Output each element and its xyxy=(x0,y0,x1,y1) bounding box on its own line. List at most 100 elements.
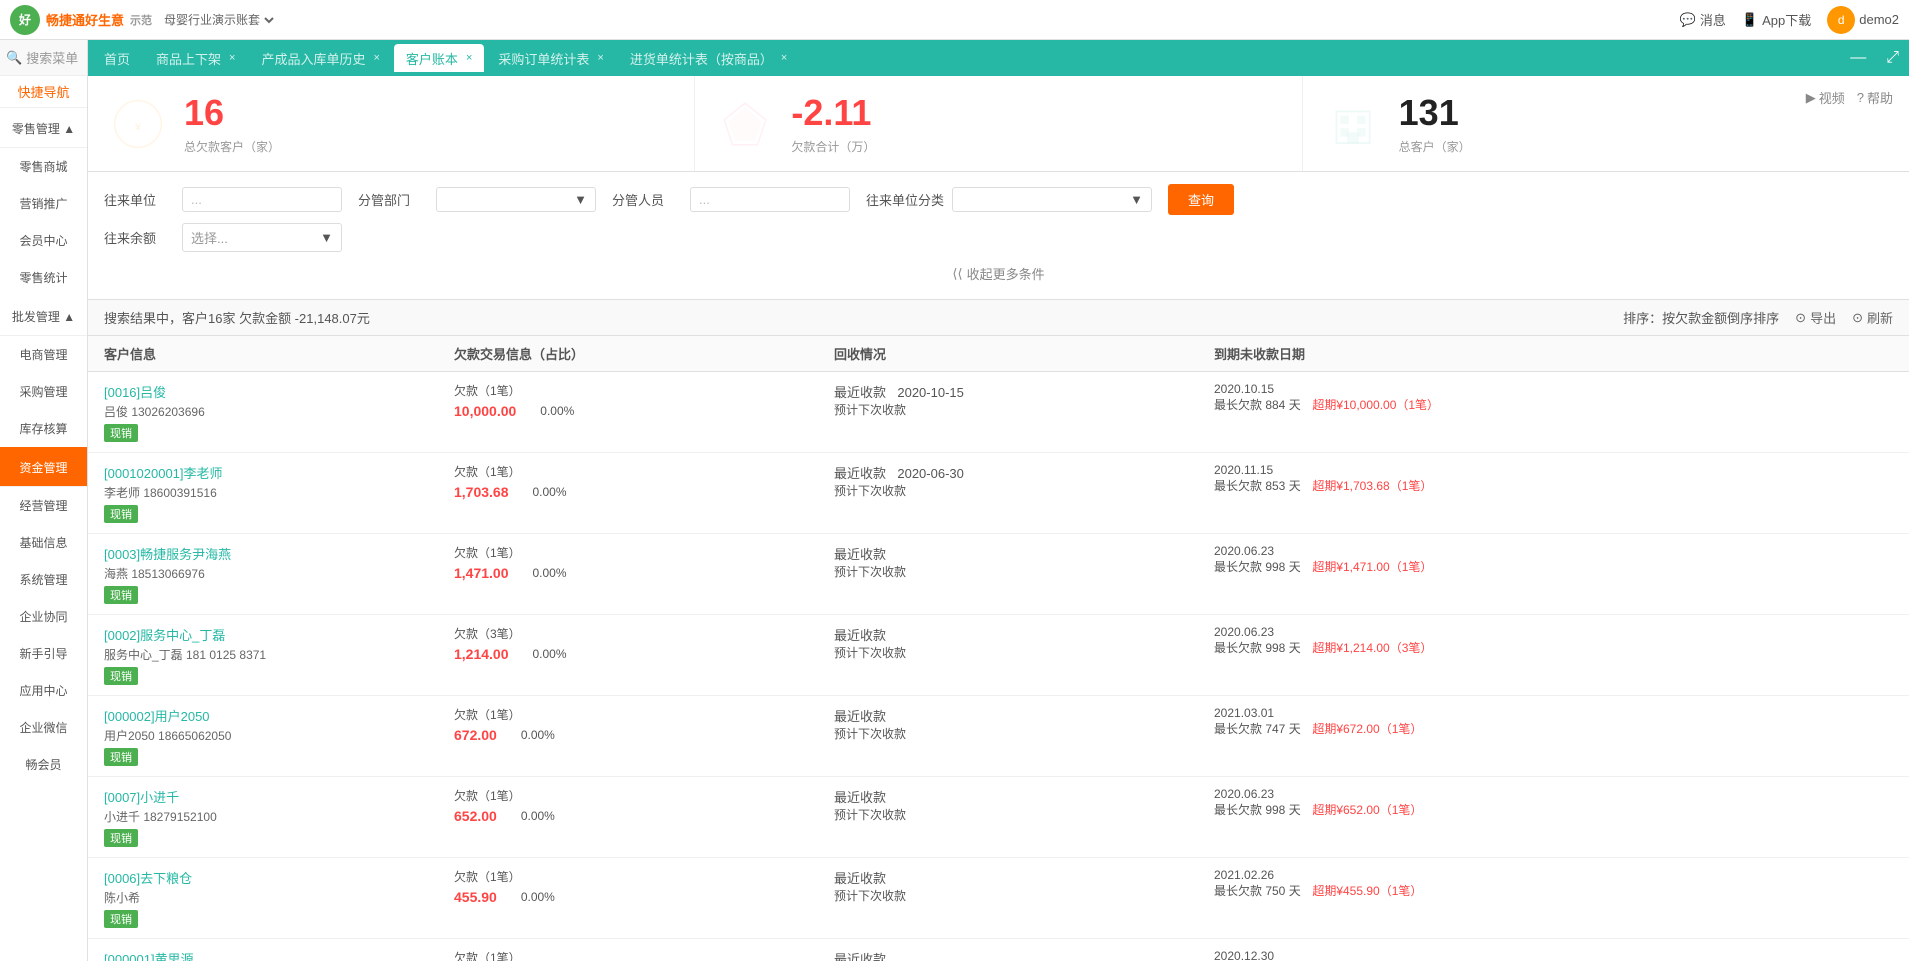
debt-row: 1,471.00 0.00% xyxy=(454,565,834,581)
video-btn[interactable]: ▶ 视频 xyxy=(1806,88,1845,107)
debt-count: 欠款（3笔） xyxy=(454,625,834,642)
maximize-btn[interactable]: ⤢ xyxy=(1880,47,1905,69)
sidebar-item-retail-mall[interactable]: 零售商城 xyxy=(0,148,87,185)
card-icon-diamond xyxy=(715,94,775,154)
customer-name[interactable]: [0001020001]李老师 xyxy=(104,463,454,482)
tab-import-stats[interactable]: 进货单统计表（按商品） × xyxy=(618,44,799,72)
overdue-amount[interactable]: 超期¥1,703.68（1笔） xyxy=(1312,479,1432,493)
sidebar-item-retail-stats[interactable]: 零售统计 xyxy=(0,259,87,296)
sidebar-item-enterprise[interactable]: 企业协同 xyxy=(0,598,87,635)
tab-bar-actions: — ⤢ xyxy=(1844,47,1905,69)
table-row: [0006]去下粮仓 陈小希 现销 欠款（1笔） 455.90 0.00% 最 xyxy=(88,858,1909,939)
quick-nav-label: 快捷导航 xyxy=(17,85,69,100)
refresh-btn[interactable]: ⊙ 刷新 xyxy=(1852,308,1893,327)
collection-last: 最近收款 xyxy=(834,544,1214,563)
sidebar-item-operations[interactable]: 经营管理 xyxy=(0,487,87,524)
tab-label: 采购订单统计表 xyxy=(498,49,589,68)
customer-name[interactable]: [0016]吕俊 xyxy=(104,382,454,401)
overdue-info: 最长欠款 884 天 超期¥10,000.00（1笔） xyxy=(1214,396,1893,413)
customer-tag: 现销 xyxy=(104,586,138,604)
debt-cell: 欠款（1笔） 10,000.00 0.00% xyxy=(454,382,834,419)
overdue-amount[interactable]: 超期¥652.00（1笔） xyxy=(1312,803,1422,817)
tab-label: 产成品入库单历史 xyxy=(261,49,365,68)
table-row: [0002]服务中心_丁磊 服务中心_丁磊 181 0125 8371 现销 欠… xyxy=(88,615,1909,696)
export-btn[interactable]: ⊙ 导出 xyxy=(1795,308,1836,327)
sidebar-item-purchase[interactable]: 采购管理 xyxy=(0,373,87,410)
results-info: 搜索结果中，客户16家 欠款金额 -21,148.07元 xyxy=(104,308,370,327)
company-select[interactable]: 母婴行业演示账套 xyxy=(160,12,277,28)
overdue-amount[interactable]: 超期¥672.00（1笔） xyxy=(1312,722,1422,736)
chevron-down-icon-3: ▼ xyxy=(320,230,333,245)
sidebar-item-quick-nav[interactable]: 快捷导航 xyxy=(0,76,87,108)
card1-info: 16 总欠款客户（家） xyxy=(184,92,674,155)
debt-count: 欠款（1笔） xyxy=(454,382,834,399)
sidebar-item-ecommerce[interactable]: 电商管理 xyxy=(0,336,87,373)
customer-name[interactable]: [000001]黄思源 xyxy=(104,949,454,961)
tab-customer-account[interactable]: 客户账本 × xyxy=(394,44,484,72)
sidebar-item-wechat[interactable]: 企业微信 xyxy=(0,709,87,746)
query-button[interactable]: 查询 xyxy=(1168,184,1234,215)
close-tab-btn[interactable]: — xyxy=(1844,47,1872,69)
tab-close-icon[interactable]: × xyxy=(229,52,235,64)
sidebar-item-system[interactable]: 系统管理 xyxy=(0,561,87,598)
overdue-amount[interactable]: 超期¥1,471.00（1笔） xyxy=(1312,560,1432,574)
brand-sub: 示范 xyxy=(130,12,152,28)
tab-close-icon[interactable]: × xyxy=(373,52,379,64)
debt-count: 欠款（1笔） xyxy=(454,463,834,480)
tab-close-icon[interactable]: × xyxy=(781,52,787,64)
sidebar-search[interactable]: 🔍 搜索菜单 xyxy=(0,40,87,76)
sidebar-item-finance[interactable]: 资金管理 xyxy=(0,447,87,487)
tab-product-history[interactable]: 产成品入库单历史 × xyxy=(249,44,391,72)
overdue-days: 最长欠款 884 天 xyxy=(1214,398,1301,412)
collection-cell: 最近收款 预计下次收款 xyxy=(834,625,1214,661)
app-download-label: App下载 xyxy=(1762,10,1811,29)
user-area[interactable]: d demo2 xyxy=(1827,6,1899,34)
sidebar-item-basic-info[interactable]: 基础信息 xyxy=(0,524,87,561)
customer-name[interactable]: [0002]服务中心_丁磊 xyxy=(104,625,454,644)
search-label: 搜索菜单 xyxy=(26,48,78,67)
customer-cell: [0002]服务中心_丁磊 服务中心_丁磊 181 0125 8371 现销 xyxy=(104,625,454,685)
top-bar-right: 💬 消息 📱 App下载 d demo2 xyxy=(1680,6,1899,34)
customer-name[interactable]: [000002]用户2050 xyxy=(104,706,454,725)
overdue-info: 最长欠款 998 天 超期¥652.00（1笔） xyxy=(1214,801,1893,818)
help-btn[interactable]: ? 帮助 xyxy=(1857,88,1893,107)
overdue-amount[interactable]: 超期¥1,214.00（3笔） xyxy=(1312,641,1432,655)
tab-close-icon[interactable]: × xyxy=(597,52,603,64)
tab-home[interactable]: 首页 xyxy=(92,44,142,72)
sidebar-item-member2[interactable]: 畅会员 xyxy=(0,746,87,783)
sidebar-item-guide[interactable]: 新手引导 xyxy=(0,635,87,672)
tab-purchase-stats[interactable]: 采购订单统计表 × xyxy=(486,44,615,72)
app-download-btn[interactable]: 📱 App下载 xyxy=(1742,10,1811,29)
message-icon: 💬 xyxy=(1680,12,1696,28)
tab-close-icon[interactable]: × xyxy=(466,52,472,64)
tab-product-shelf[interactable]: 商品上下架 × xyxy=(144,44,247,72)
sidebar-item-inventory[interactable]: 库存核算 xyxy=(0,410,87,447)
customer-name[interactable]: [0003]畅捷服务尹海燕 xyxy=(104,544,454,563)
filter-person: 分管人员 ... xyxy=(612,187,850,212)
username: demo2 xyxy=(1859,12,1899,27)
col-header-due: 到期未收款日期 xyxy=(1214,344,1893,363)
customer-name[interactable]: [0007]小进千 xyxy=(104,787,454,806)
filter-input-supplier[interactable]: ... xyxy=(182,187,342,212)
filter-select-balance[interactable]: 选择... ▼ xyxy=(182,223,342,252)
sidebar-item-apps[interactable]: 应用中心 xyxy=(0,672,87,709)
filter-select-category[interactable]: ▼ xyxy=(952,187,1152,212)
filter-select-dept[interactable]: ▼ xyxy=(436,187,596,212)
customer-name[interactable]: [0006]去下粮仓 xyxy=(104,868,454,887)
sidebar-item-marketing[interactable]: 营销推广 xyxy=(0,185,87,222)
message-btn[interactable]: 💬 消息 xyxy=(1680,10,1726,29)
filter-input-person[interactable]: ... xyxy=(690,187,850,212)
sidebar-item-retail-mgmt[interactable]: 零售管理 ▲ xyxy=(0,108,87,148)
debt-row: 1,703.68 0.00% xyxy=(454,484,834,500)
collapse-btn[interactable]: ⟨⟨ 收起更多条件 xyxy=(104,260,1893,287)
overdue-amount[interactable]: 超期¥10,000.00（1笔） xyxy=(1312,398,1439,412)
table-row: [000001]黄思源 黄思源 13552700226 现销 欠款（1笔） 42… xyxy=(88,939,1909,961)
sort-label[interactable]: 排序：按欠款金额倒序排序 xyxy=(1623,308,1779,327)
debt-amount: 455.90 xyxy=(454,889,497,905)
sidebar-item-member[interactable]: 会员中心 xyxy=(0,222,87,259)
sidebar-item-wholesale-mgmt[interactable]: 批发管理 ▲ xyxy=(0,296,87,336)
debt-ratio: 0.00% xyxy=(521,809,555,823)
customer-tag: 现销 xyxy=(104,667,138,685)
filter-area: 往来单位 ... 分管部门 ▼ 分管人员 xyxy=(88,172,1909,300)
overdue-amount[interactable]: 超期¥455.90（1笔） xyxy=(1312,884,1422,898)
